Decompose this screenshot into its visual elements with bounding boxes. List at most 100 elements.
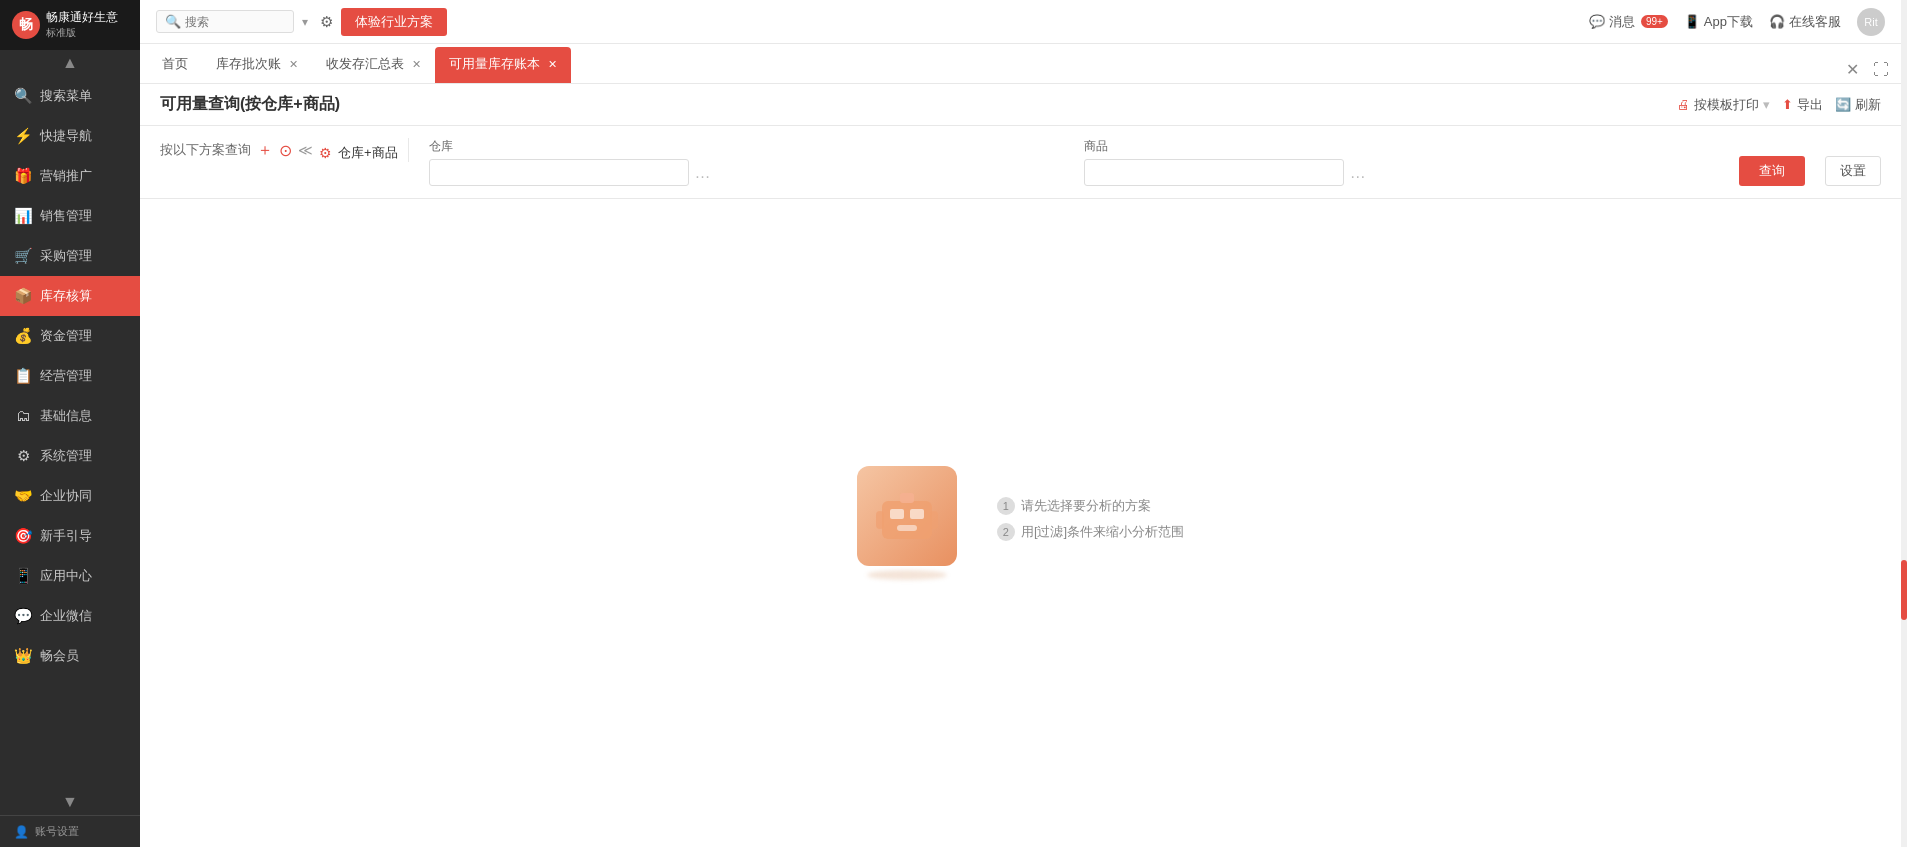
svg-rect-5 xyxy=(876,511,884,529)
refresh-button[interactable]: 🔄 刷新 xyxy=(1835,96,1881,114)
tab-batch-close-icon[interactable]: ✕ xyxy=(289,58,298,71)
app-download-label: App下载 xyxy=(1704,13,1753,31)
sidebar-label-member: 畅会员 xyxy=(40,647,79,665)
goods-filter-field: 商品 … xyxy=(1084,138,1719,186)
sidebar-header: 畅 畅康通好生意 标准版 xyxy=(0,0,140,50)
filter-right: 仓库 … 商品 … 查询 设置 xyxy=(409,138,1881,186)
refresh-icon: 🔄 xyxy=(1835,97,1851,112)
hint2-num: 2 xyxy=(997,523,1015,541)
sidebar-scroll-down[interactable]: ▼ xyxy=(0,789,140,815)
inventory-icon: 📦 xyxy=(14,287,32,305)
tab-summary[interactable]: 收发存汇总表 ✕ xyxy=(312,47,435,83)
operation-icon: 📋 xyxy=(14,367,32,385)
column-settings-button[interactable]: 设置 xyxy=(1825,156,1881,186)
tab-available[interactable]: 可用量库存账本 ✕ xyxy=(435,47,571,83)
empty-robot-icon xyxy=(857,466,957,566)
goods-label: 商品 xyxy=(1084,138,1719,155)
scheme-item-label: 仓库+商品 xyxy=(338,144,398,162)
sidebar-item-finance[interactable]: 💰 资金管理 xyxy=(0,316,140,356)
print-icon: 🖨 xyxy=(1677,97,1690,112)
sidebar-item-inventory[interactable]: 📦 库存核算 xyxy=(0,276,140,316)
sidebar-item-search[interactable]: 🔍 搜索菜单 xyxy=(0,76,140,116)
warehouse-label: 仓库 xyxy=(429,138,1064,155)
sidebar-item-member[interactable]: 👑 畅会员 xyxy=(0,636,140,676)
sidebar-item-newbie[interactable]: 🎯 新手引导 xyxy=(0,516,140,556)
sidebar-item-system[interactable]: ⚙ 系统管理 xyxy=(0,436,140,476)
warehouse-input[interactable] xyxy=(429,159,689,186)
goods-input[interactable] xyxy=(1084,159,1344,186)
tab-close-all-button[interactable]: ✕ xyxy=(1842,60,1863,79)
sidebar-label-wechat: 企业微信 xyxy=(40,607,92,625)
message-icon-item[interactable]: 💬 消息 99+ xyxy=(1589,13,1668,31)
warehouse-input-row: … xyxy=(429,159,1064,186)
mobile-icon: 📱 xyxy=(1684,14,1700,29)
tab-batch[interactable]: 库存批次账 ✕ xyxy=(202,47,312,83)
hint1-num: 1 xyxy=(997,497,1015,515)
sidebar-item-operation[interactable]: 📋 经营管理 xyxy=(0,356,140,396)
tab-available-close-icon[interactable]: ✕ xyxy=(548,58,557,71)
sidebar-item-purchase[interactable]: 🛒 采购管理 xyxy=(0,236,140,276)
warehouse-more-icon[interactable]: … xyxy=(695,164,711,182)
print-dropdown-icon[interactable]: ▾ xyxy=(1763,97,1770,112)
app-download-item[interactable]: 📱 App下载 xyxy=(1684,13,1753,31)
right-scrollbar-thumb[interactable] xyxy=(1901,560,1907,620)
search-input[interactable] xyxy=(185,15,285,29)
tab-summary-close-icon[interactable]: ✕ xyxy=(412,58,421,71)
tab-summary-label: 收发存汇总表 xyxy=(326,55,404,73)
goods-more-icon[interactable]: … xyxy=(1350,164,1366,182)
message-badge: 99+ xyxy=(1641,15,1668,28)
export-button[interactable]: ⬆ 导出 xyxy=(1782,96,1823,114)
topbar-right: 💬 消息 99+ 📱 App下载 🎧 在线客服 Rit xyxy=(1589,8,1885,36)
message-label: 消息 xyxy=(1609,13,1635,31)
search-chevron-icon[interactable]: ▾ xyxy=(302,15,308,29)
sidebar-item-appcenter[interactable]: 📱 应用中心 xyxy=(0,556,140,596)
sidebar-item-shortcut[interactable]: ⚡ 快捷导航 xyxy=(0,116,140,156)
query-button[interactable]: 查询 xyxy=(1739,156,1805,186)
industry-solution-button[interactable]: 体验行业方案 xyxy=(341,8,447,36)
sidebar-item-sales[interactable]: 📊 销售管理 xyxy=(0,196,140,236)
page-header: 可用量查询(按仓库+商品) 🖨 按模板打印 ▾ ⬆ 导出 🔄 刷新 xyxy=(140,84,1901,126)
tab-maximize-button[interactable]: ⛶ xyxy=(1869,61,1893,79)
scheme-item-row[interactable]: ⚙ 仓库+商品 xyxy=(319,144,398,162)
enterprise-icon: 🤝 xyxy=(14,487,32,505)
scheme-settings-icon[interactable]: ⊙ xyxy=(279,141,292,160)
sidebar-label-appcenter: 应用中心 xyxy=(40,567,92,585)
print-label: 按模板打印 xyxy=(1694,96,1759,114)
filter-left: 按以下方案查询 ＋ ⊙ ≪ ⚙ 仓库+商品 xyxy=(160,138,409,162)
add-scheme-icon[interactable]: ＋ xyxy=(257,140,273,161)
empty-illustration xyxy=(857,466,957,580)
topbar: 🔍 ▾ ⚙ 体验行业方案 💬 消息 99+ 📱 App下载 🎧 在线客服 Rit xyxy=(140,0,1901,44)
avatar[interactable]: Rit xyxy=(1857,8,1885,36)
tab-available-label: 可用量库存账本 xyxy=(449,55,540,73)
export-label: 导出 xyxy=(1797,96,1823,114)
right-scrollbar[interactable] xyxy=(1901,0,1907,847)
marketing-icon: 🎁 xyxy=(14,167,32,185)
collapse-panel-icon[interactable]: ≪ xyxy=(298,142,313,158)
online-service-item[interactable]: 🎧 在线客服 xyxy=(1769,13,1841,31)
print-button[interactable]: 🖨 按模板打印 ▾ xyxy=(1677,96,1770,114)
settings-gear-icon[interactable]: ⚙ xyxy=(320,13,333,31)
message-icon: 💬 xyxy=(1589,14,1605,29)
sidebar-label-operation: 经营管理 xyxy=(40,367,92,385)
sidebar-item-marketing[interactable]: 🎁 营销推广 xyxy=(0,156,140,196)
svg-rect-1 xyxy=(890,509,904,519)
appcenter-icon: 📱 xyxy=(14,567,32,585)
service-icon: 🎧 xyxy=(1769,14,1785,29)
topbar-search-box[interactable]: 🔍 xyxy=(156,10,294,33)
sidebar-bottom: 👤账号设置 xyxy=(0,815,140,847)
svg-rect-0 xyxy=(882,501,932,539)
sidebar-nav: 🔍 搜索菜单⚡ 快捷导航🎁 营销推广📊 销售管理🛒 采购管理📦 库存核算💰 资金… xyxy=(0,76,140,789)
tabbar: 首页 库存批次账 ✕ 收发存汇总表 ✕ 可用量库存账本 ✕ ✕ ⛶ xyxy=(140,44,1901,84)
sidebar-label-search: 搜索菜单 xyxy=(40,87,92,105)
sidebar-item-wechat[interactable]: 💬 企业微信 xyxy=(0,596,140,636)
svg-rect-6 xyxy=(930,511,938,529)
filter-area: 按以下方案查询 ＋ ⊙ ≪ ⚙ 仓库+商品 仓库 … 商品 xyxy=(140,126,1901,199)
tab-home[interactable]: 首页 xyxy=(148,47,202,83)
hint-1: 1 请先选择要分析的方案 xyxy=(997,497,1184,515)
sidebar-label-finance: 资金管理 xyxy=(40,327,92,345)
sidebar-scroll-up[interactable]: ▲ xyxy=(0,50,140,76)
brand-logo: 畅 xyxy=(12,11,40,39)
avatar-text: Rit xyxy=(1864,16,1877,28)
sidebar-item-enterprise[interactable]: 🤝 企业协同 xyxy=(0,476,140,516)
sidebar-item-basic[interactable]: 🗂 基础信息 xyxy=(0,396,140,436)
